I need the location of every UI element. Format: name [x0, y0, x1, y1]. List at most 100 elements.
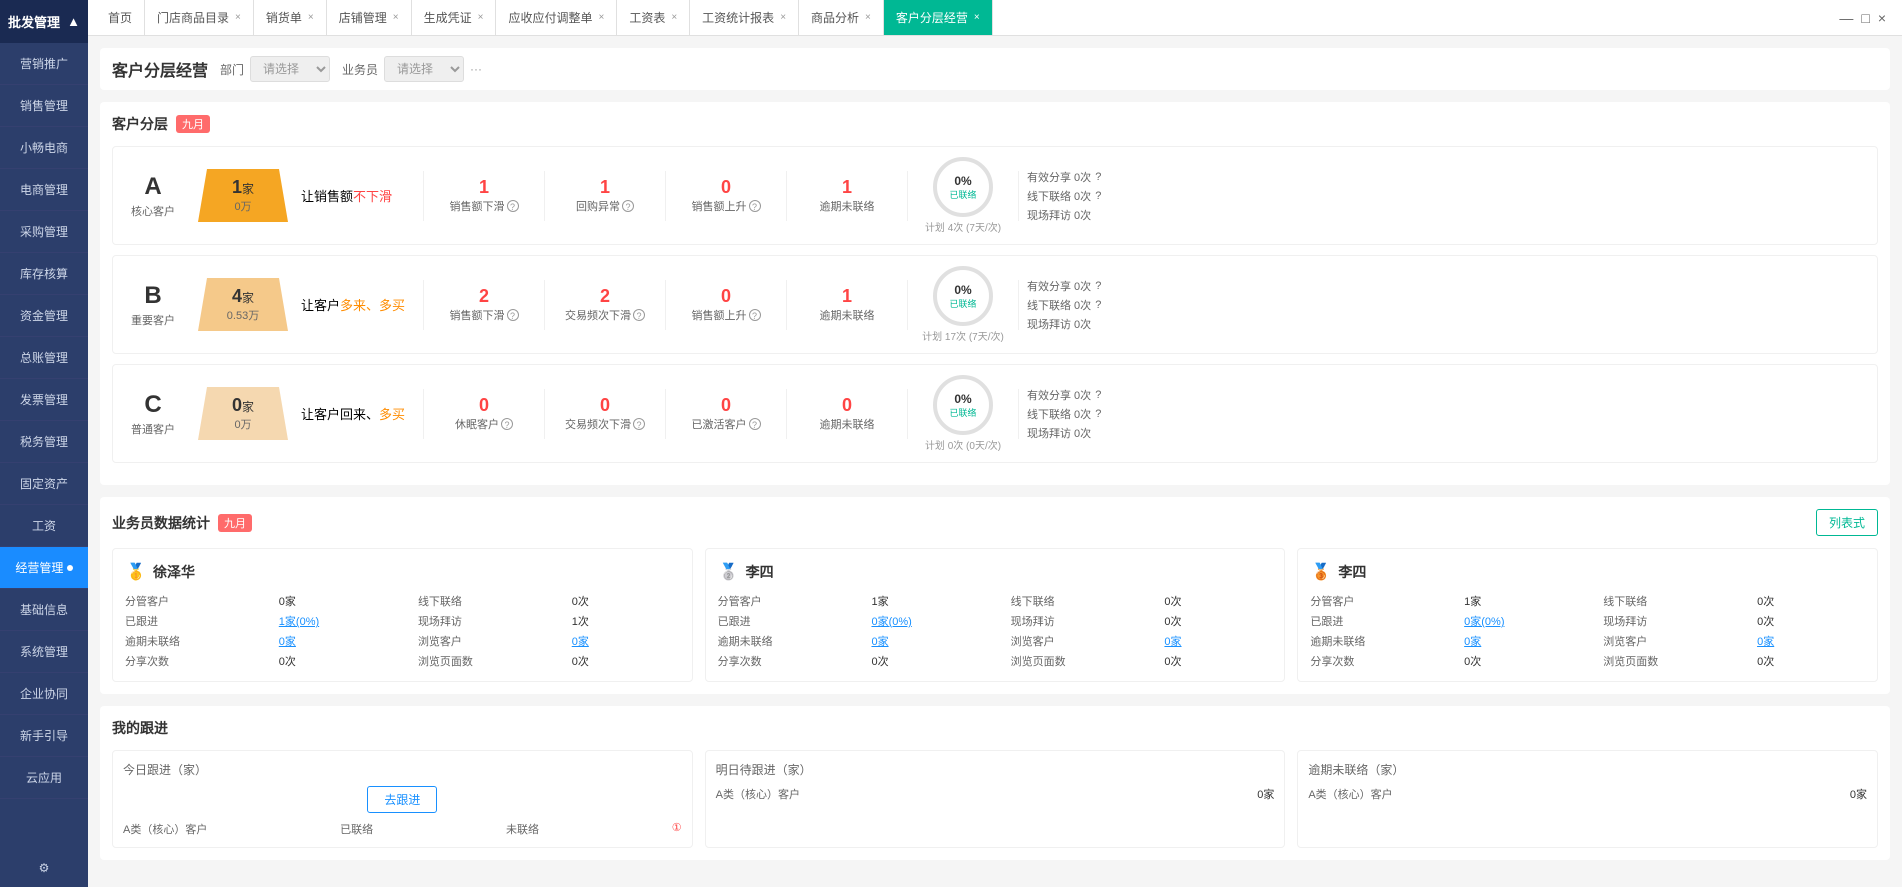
- followup-col-overdue: 逾期未联络（家） A类（核心）客户 0家: [1297, 750, 1878, 848]
- info-icon[interactable]: ?: [1095, 280, 1101, 292]
- sidebar-item-invoice[interactable]: 发票管理: [0, 379, 88, 421]
- info-icon[interactable]: ?: [1095, 389, 1101, 401]
- sidebar-item-assets[interactable]: 固定资产: [0, 463, 88, 505]
- tier-count-c: 0家 0万: [193, 387, 293, 440]
- tier-circle-c: 0% 已联络 计划 0次 (0天/次): [908, 375, 1018, 452]
- sidebar-item-finance[interactable]: 资金管理: [0, 295, 88, 337]
- staff-label: 业务员: [342, 61, 378, 78]
- tier-count-a: 1家 0万: [193, 169, 293, 222]
- customer-tier-section: 客户分层 九月 A 核心客户 1家 0万 让销售额不下滑: [100, 102, 1890, 485]
- tab-restore-icon[interactable]: □: [1861, 10, 1869, 26]
- sidebar-item-collab[interactable]: 企业协同: [0, 673, 88, 715]
- tab-close-payroll-report[interactable]: ×: [780, 12, 786, 23]
- active-indicator: [67, 565, 73, 571]
- tier-circle-a: 0% 已联络 计划 4次 (7天/次): [908, 157, 1018, 234]
- tab-home[interactable]: 首页: [96, 0, 145, 36]
- staff-select[interactable]: 请选择: [384, 56, 464, 82]
- info-icon[interactable]: ?: [749, 309, 761, 321]
- sidebar-item-ledger[interactable]: 总账管理: [0, 337, 88, 379]
- filter-more-icon[interactable]: ···: [470, 62, 482, 76]
- tier-trapezoid-b: 4家 0.53万: [198, 278, 288, 331]
- tier-row-b: B 重要客户 4家 0.53万 让客户多来、多买 2 销售额下滑 ?: [112, 255, 1878, 354]
- bronze-medal-icon: 🥉: [1310, 561, 1332, 583]
- tab-window-close-icon[interactable]: ×: [1878, 10, 1886, 26]
- tab-customer-tier[interactable]: 客户分层经营 ×: [884, 0, 993, 36]
- main-area: 首页 门店商品目录 × 销货单 × 店铺管理 × 生成凭证 × 应收应付调整单 …: [88, 0, 1902, 887]
- tier-trapezoid-a: 1家 0万: [198, 169, 288, 222]
- tab-minimize-icon[interactable]: —: [1839, 10, 1853, 26]
- silver-medal-icon: 🥈: [718, 561, 740, 583]
- biz-title-group: 业务员数据统计 九月: [112, 513, 252, 533]
- info-icon[interactable]: ?: [1095, 408, 1101, 420]
- tab-close-payroll-sheet[interactable]: ×: [671, 12, 677, 23]
- sidebar-item-cloud[interactable]: 云应用: [0, 757, 88, 799]
- tier-stat-a-3: 0 销售额上升 ?: [666, 177, 786, 214]
- sidebar-item-marketing[interactable]: 营销推广: [0, 43, 88, 85]
- info-icon[interactable]: ?: [749, 200, 761, 212]
- tab-store-manage[interactable]: 店铺管理 ×: [327, 0, 412, 36]
- tier-stat-c-2: 0 交易频次下滑 ?: [545, 395, 665, 432]
- biz-card-header-2: 🥈 李四: [718, 561, 1273, 583]
- info-icon[interactable]: ?: [1095, 171, 1101, 183]
- sidebar-item-inventory[interactable]: 库存核算: [0, 253, 88, 295]
- tab-payroll-report[interactable]: 工资统计报表 ×: [690, 0, 799, 36]
- sidebar-item-tax[interactable]: 税务管理: [0, 421, 88, 463]
- info-icon[interactable]: ?: [633, 418, 645, 430]
- tab-close-voucher[interactable]: ×: [478, 12, 484, 23]
- tab-close-store-products[interactable]: ×: [235, 12, 241, 23]
- sidebar-item-system[interactable]: 系统管理: [0, 631, 88, 673]
- tab-ar-ap[interactable]: 应收应付调整单 ×: [496, 0, 617, 36]
- circle-ring-b: 0% 已联络: [933, 266, 993, 326]
- followup-section: 我的跟进 今日跟进（家） 去跟进 A类（核心）客户 已联络 未联络 ① 明日待跟…: [100, 706, 1890, 860]
- sidebar-item-guide[interactable]: 新手引导: [0, 715, 88, 757]
- info-icon[interactable]: ?: [1095, 299, 1101, 311]
- followup-col-title-tomorrow: 明日待跟进（家）: [716, 761, 1275, 778]
- followup-col-title-overdue: 逾期未联络（家）: [1308, 761, 1867, 778]
- sidebar-item-payroll[interactable]: 工资: [0, 505, 88, 547]
- customer-month-badge: 九月: [176, 115, 210, 133]
- sidebar-item-basic[interactable]: 基础信息: [0, 589, 88, 631]
- sidebar-header[interactable]: 批发管理 ▲: [0, 0, 88, 43]
- tab-sales-order[interactable]: 销货单 ×: [254, 0, 327, 36]
- dept-select[interactable]: 请选择: [250, 56, 330, 82]
- circle-ring-c: 0% 已联络: [933, 375, 993, 435]
- info-icon[interactable]: ?: [1095, 190, 1101, 202]
- tier-row-c: C 普通客户 0家 0万 让客户回来、多买 0 休眠客户 ?: [112, 364, 1878, 463]
- info-icon[interactable]: ?: [622, 200, 634, 212]
- tab-close-store-manage[interactable]: ×: [393, 12, 399, 23]
- tier-count-b: 4家 0.53万: [193, 278, 293, 331]
- sidebar-item-sales[interactable]: 销售管理: [0, 85, 88, 127]
- gold-medal-icon: 🥇: [125, 561, 147, 583]
- tier-label-a: A 核心客户: [113, 173, 193, 219]
- list-view-button[interactable]: 列表式: [1816, 509, 1878, 536]
- tab-payroll-sheet[interactable]: 工资表 ×: [617, 0, 690, 36]
- info-icon[interactable]: ?: [749, 418, 761, 430]
- followup-title: 我的跟进: [112, 718, 1878, 738]
- biz-stats-grid-3: 分管客户1家 线下联络0次 已跟进0家(0%) 现场拜访0次 逾期未联络0家 浏…: [1310, 593, 1865, 669]
- tier-right-stats-a: 有效分享 0次 ? 线下联络 0次 ? 现场拜访 0次: [1019, 169, 1877, 223]
- sidebar-item-purchase[interactable]: 采购管理: [0, 211, 88, 253]
- info-icon[interactable]: ?: [507, 309, 519, 321]
- info-icon[interactable]: ?: [507, 200, 519, 212]
- followup-col-today: 今日跟进（家） 去跟进 A类（核心）客户 已联络 未联络 ①: [112, 750, 693, 848]
- tab-close-product-analysis[interactable]: ×: [865, 12, 871, 23]
- tab-close-ar-ap[interactable]: ×: [598, 12, 604, 23]
- info-icon[interactable]: ?: [501, 418, 513, 430]
- biz-card-1: 🥇 徐泽华 分管客户0家 线下联络0次 已跟进1家(0%) 现场拜访1次 逾期未…: [112, 548, 693, 682]
- info-icon[interactable]: ?: [633, 309, 645, 321]
- tab-store-products[interactable]: 门店商品目录 ×: [145, 0, 254, 36]
- tier-stat-b-4: 1 逾期未联络: [787, 286, 907, 323]
- tab-voucher[interactable]: 生成凭证 ×: [412, 0, 497, 36]
- tab-close-sales-order[interactable]: ×: [308, 12, 314, 23]
- tab-close-customer-tier[interactable]: ×: [974, 12, 980, 23]
- sidebar-collapse-icon[interactable]: ▲: [67, 14, 80, 29]
- sidebar-item-operations[interactable]: 经营管理: [0, 547, 88, 589]
- tier-stat-b-1: 2 销售额下滑 ?: [424, 286, 544, 323]
- tab-product-analysis[interactable]: 商品分析 ×: [799, 0, 884, 36]
- sidebar-item-ecommerce[interactable]: 电商管理: [0, 169, 88, 211]
- sidebar-item-ecommerce-small[interactable]: 小畅电商: [0, 127, 88, 169]
- go-follow-button[interactable]: 去跟进: [367, 786, 437, 813]
- sidebar-settings[interactable]: ⚙: [0, 849, 88, 887]
- circle-ring-a: 0% 已联络: [933, 157, 993, 217]
- biz-card-header-1: 🥇 徐泽华: [125, 561, 680, 583]
